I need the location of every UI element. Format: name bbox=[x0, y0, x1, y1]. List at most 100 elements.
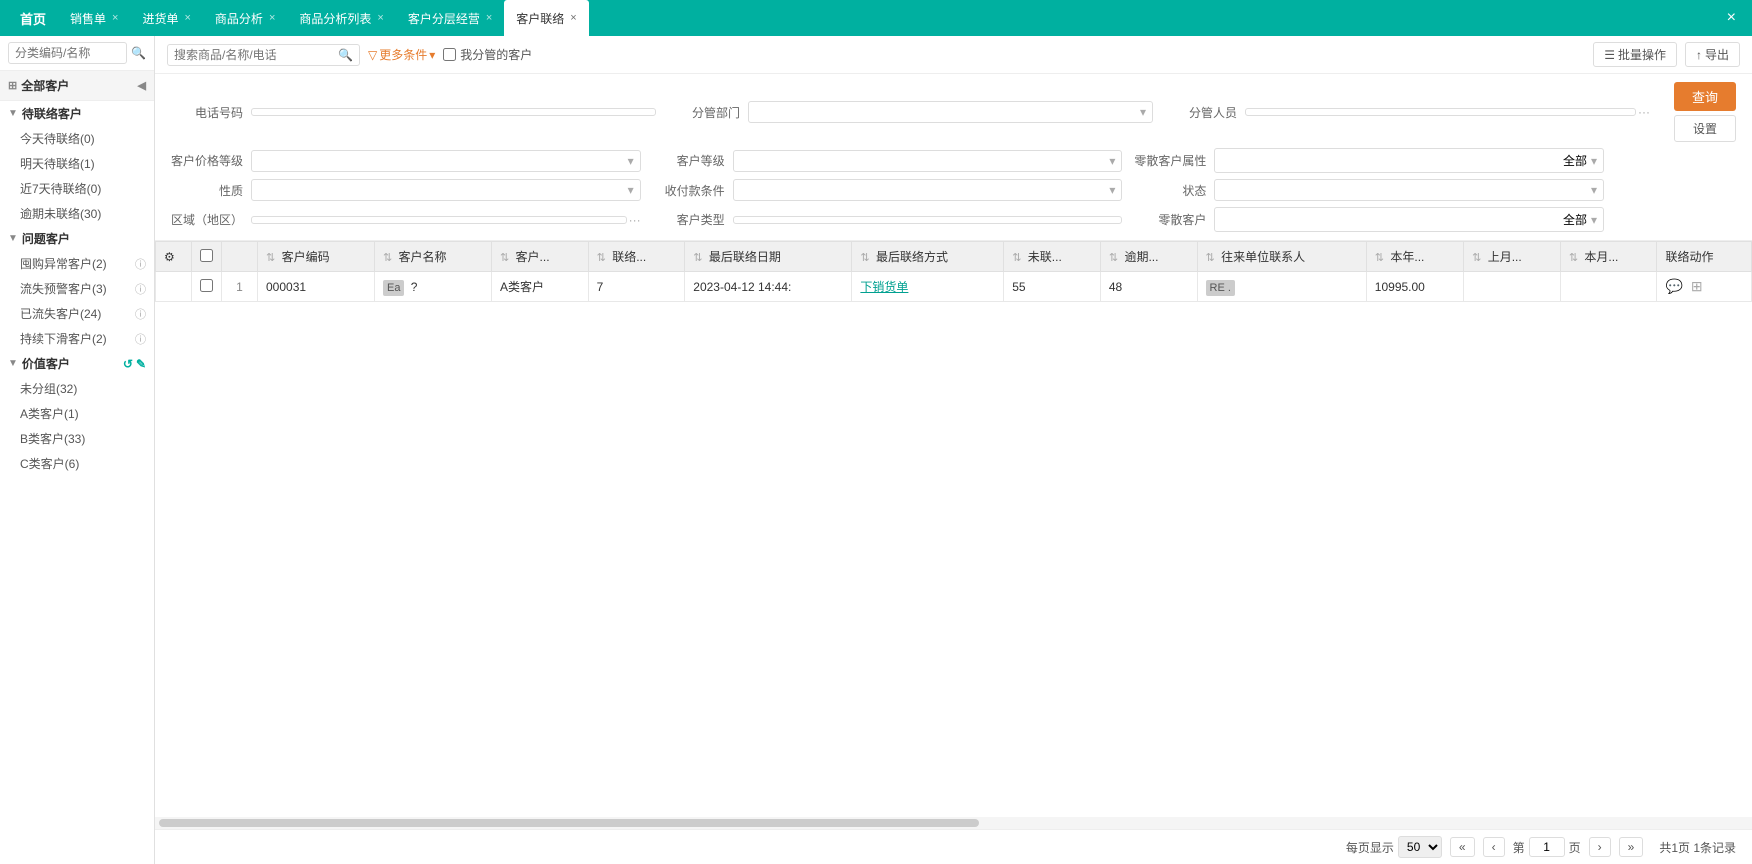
nav-purchase[interactable]: 进货单 × bbox=[130, 0, 202, 36]
next-page-button[interactable]: › bbox=[1589, 837, 1611, 857]
window-close-icon[interactable]: × bbox=[1719, 9, 1744, 27]
dept-label: 分管部门 bbox=[668, 104, 748, 121]
setting-button[interactable]: 设置 bbox=[1674, 115, 1736, 142]
scattered-attr-select[interactable]: 全部 ▾ bbox=[1214, 148, 1604, 173]
region-input[interactable] bbox=[251, 216, 627, 224]
select-all-checkbox[interactable] bbox=[200, 249, 213, 262]
sidebar-item-c-class[interactable]: C类客户(6) bbox=[0, 451, 154, 476]
sidebar-item-overdue[interactable]: 逾期未联络(30) bbox=[0, 201, 154, 226]
last-method-link[interactable]: 下销货单 bbox=[860, 280, 908, 294]
field-region: 区域（地区） ··· bbox=[171, 211, 641, 228]
region-dots-icon[interactable]: ··· bbox=[629, 213, 641, 227]
sidebar-item-7days[interactable]: 近7天待联络(0) bbox=[0, 176, 154, 201]
close-sales-icon[interactable]: × bbox=[112, 12, 118, 24]
nav-goods-analysis[interactable]: 商品分析 × bbox=[203, 0, 287, 36]
close-customer-layer-icon[interactable]: × bbox=[486, 12, 492, 24]
scattered-select[interactable]: 全部 ▾ bbox=[1214, 207, 1604, 232]
qr-icon[interactable]: ⊞ bbox=[1691, 278, 1703, 295]
th-unit-contact[interactable]: ⇅ 往来单位联系人 bbox=[1197, 242, 1366, 272]
dept-select[interactable]: ▾ bbox=[748, 101, 1153, 123]
th-settings[interactable]: ⚙ bbox=[156, 242, 192, 272]
sidebar-item-churn-warning[interactable]: 流失预警客户(3) ⓘ bbox=[0, 276, 154, 301]
filter-icon: ▽ bbox=[368, 48, 377, 62]
price-level-select[interactable]: ▾ bbox=[251, 150, 641, 172]
th-last-month[interactable]: ⇅ 上月... bbox=[1464, 242, 1561, 272]
value-refresh-icon[interactable]: ↺ bbox=[123, 357, 133, 371]
th-contact-count[interactable]: ⇅ 联络... bbox=[588, 242, 685, 272]
last-page-button[interactable]: » bbox=[1619, 837, 1644, 857]
th-this-year[interactable]: ⇅ 本年... bbox=[1366, 242, 1463, 272]
filter-search-input[interactable] bbox=[174, 48, 334, 62]
field-scattered-attr: 零散客户属性 全部 ▾ bbox=[1134, 148, 1604, 173]
manager-dots-icon[interactable]: ··· bbox=[1638, 105, 1650, 119]
row-un-contact-cell: 55 bbox=[1004, 272, 1101, 302]
scrollbar-thumb[interactable] bbox=[159, 819, 979, 827]
problem-triangle-icon: ▼ bbox=[8, 233, 18, 244]
nav-goods-list[interactable]: 商品分析列表 × bbox=[287, 0, 395, 36]
sidebar-search-input[interactable] bbox=[8, 42, 127, 64]
value-edit-icon[interactable]: ✎ bbox=[136, 357, 146, 371]
query-button[interactable]: 查询 bbox=[1674, 82, 1736, 111]
sidebar-problem-title[interactable]: ▼ 问题客户 bbox=[0, 226, 154, 251]
th-overdue[interactable]: ⇅ 逾期... bbox=[1100, 242, 1197, 272]
status-arrow: ▾ bbox=[1591, 183, 1597, 197]
nature-select[interactable]: ▾ bbox=[251, 179, 641, 201]
nav-customer-contact[interactable]: 客户联络 × bbox=[504, 0, 588, 36]
sidebar-item-ungroup[interactable]: 未分组(32) bbox=[0, 376, 154, 401]
sidebar-item-today[interactable]: 今天待联络(0) bbox=[0, 126, 154, 151]
sidebar-search-icon[interactable]: 🔍 bbox=[131, 46, 146, 60]
th-code[interactable]: ⇅ 客户编码 bbox=[258, 242, 375, 272]
row-checkbox[interactable] bbox=[200, 279, 213, 292]
horizontal-scrollbar[interactable] bbox=[155, 817, 1752, 829]
th-un-contact[interactable]: ⇅ 未联... bbox=[1004, 242, 1101, 272]
sidebar-item-a-class[interactable]: A类客户(1) bbox=[0, 401, 154, 426]
sidebar-item-b-class[interactable]: B类客户(33) bbox=[0, 426, 154, 451]
my-customers-checkbox[interactable] bbox=[443, 48, 456, 61]
filter-search-area: 🔍 bbox=[167, 44, 360, 66]
customer-type-input[interactable] bbox=[733, 216, 1123, 224]
batch-ops-button[interactable]: ☰ 批量操作 bbox=[1593, 42, 1677, 67]
sidebar-item-tomorrow[interactable]: 明天待联络(1) bbox=[0, 151, 154, 176]
sidebar-item-hoard[interactable]: 囤购异常客户(2) ⓘ bbox=[0, 251, 154, 276]
first-page-button[interactable]: « bbox=[1450, 837, 1475, 857]
scattered-label: 零散客户 bbox=[1134, 211, 1214, 228]
manager-input[interactable] bbox=[1245, 108, 1636, 116]
chat-icon[interactable]: 💬 bbox=[1665, 278, 1682, 295]
th-name[interactable]: ⇅ 客户名称 bbox=[374, 242, 491, 272]
th-customer-level[interactable]: ⇅ 客户... bbox=[491, 242, 588, 272]
row-unit-contact-cell: RE . bbox=[1197, 272, 1366, 302]
nav-customer-layer[interactable]: 客户分层经营 × bbox=[396, 0, 504, 36]
sidebar-item-churned[interactable]: 已流失客户(24) ⓘ bbox=[0, 301, 154, 326]
export-button[interactable]: ↑ 导出 bbox=[1685, 42, 1740, 67]
sidebar-item-declining[interactable]: 持续下滑客户(2) ⓘ bbox=[0, 326, 154, 351]
sidebar-value-title[interactable]: ▼ 价值客户 ↺ ✎ bbox=[0, 351, 154, 376]
close-purchase-icon[interactable]: × bbox=[184, 12, 190, 24]
th-last-contact-method[interactable]: ⇅ 最后联络方式 bbox=[852, 242, 1004, 272]
row-last-method-cell: 下销货单 bbox=[852, 272, 1004, 302]
close-customer-contact-icon[interactable]: × bbox=[570, 12, 576, 24]
th-this-month[interactable]: ⇅ 本月... bbox=[1560, 242, 1657, 272]
per-page-select[interactable]: 50 bbox=[1398, 836, 1442, 858]
filter-search-icon[interactable]: 🔍 bbox=[338, 48, 353, 62]
sidebar-all-customers[interactable]: ⊞ 全部客户 ◀ bbox=[0, 71, 154, 101]
nav-home[interactable]: 首页 bbox=[8, 0, 58, 36]
overdue-sort-icon: ⇅ bbox=[1109, 252, 1118, 264]
row-settings-cell bbox=[156, 272, 192, 302]
status-select[interactable]: ▾ bbox=[1214, 179, 1604, 201]
grid-icon: ⊞ bbox=[8, 79, 17, 92]
customer-level-select[interactable]: ▾ bbox=[733, 150, 1123, 172]
settings-icon[interactable]: ⚙ bbox=[164, 250, 175, 264]
row-last-month-cell bbox=[1464, 272, 1561, 302]
prev-page-button[interactable]: ‹ bbox=[1483, 837, 1505, 857]
page-input[interactable] bbox=[1529, 837, 1565, 857]
nav-sales[interactable]: 销售单 × bbox=[58, 0, 130, 36]
close-goods-analysis-icon[interactable]: × bbox=[269, 12, 275, 24]
payment-select[interactable]: ▾ bbox=[733, 179, 1123, 201]
filter-more-button[interactable]: ▽ 更多条件 ▾ bbox=[368, 46, 435, 63]
phone-input[interactable] bbox=[251, 108, 656, 116]
sidebar-pending-title[interactable]: ▼ 待联络客户 bbox=[0, 101, 154, 126]
close-goods-list-icon[interactable]: × bbox=[377, 12, 383, 24]
sidebar-collapse-icon[interactable]: ◀ bbox=[138, 79, 146, 92]
th-last-contact-date[interactable]: ⇅ 最后联络日期 bbox=[685, 242, 852, 272]
row-code-cell[interactable]: 000031 bbox=[258, 272, 375, 302]
